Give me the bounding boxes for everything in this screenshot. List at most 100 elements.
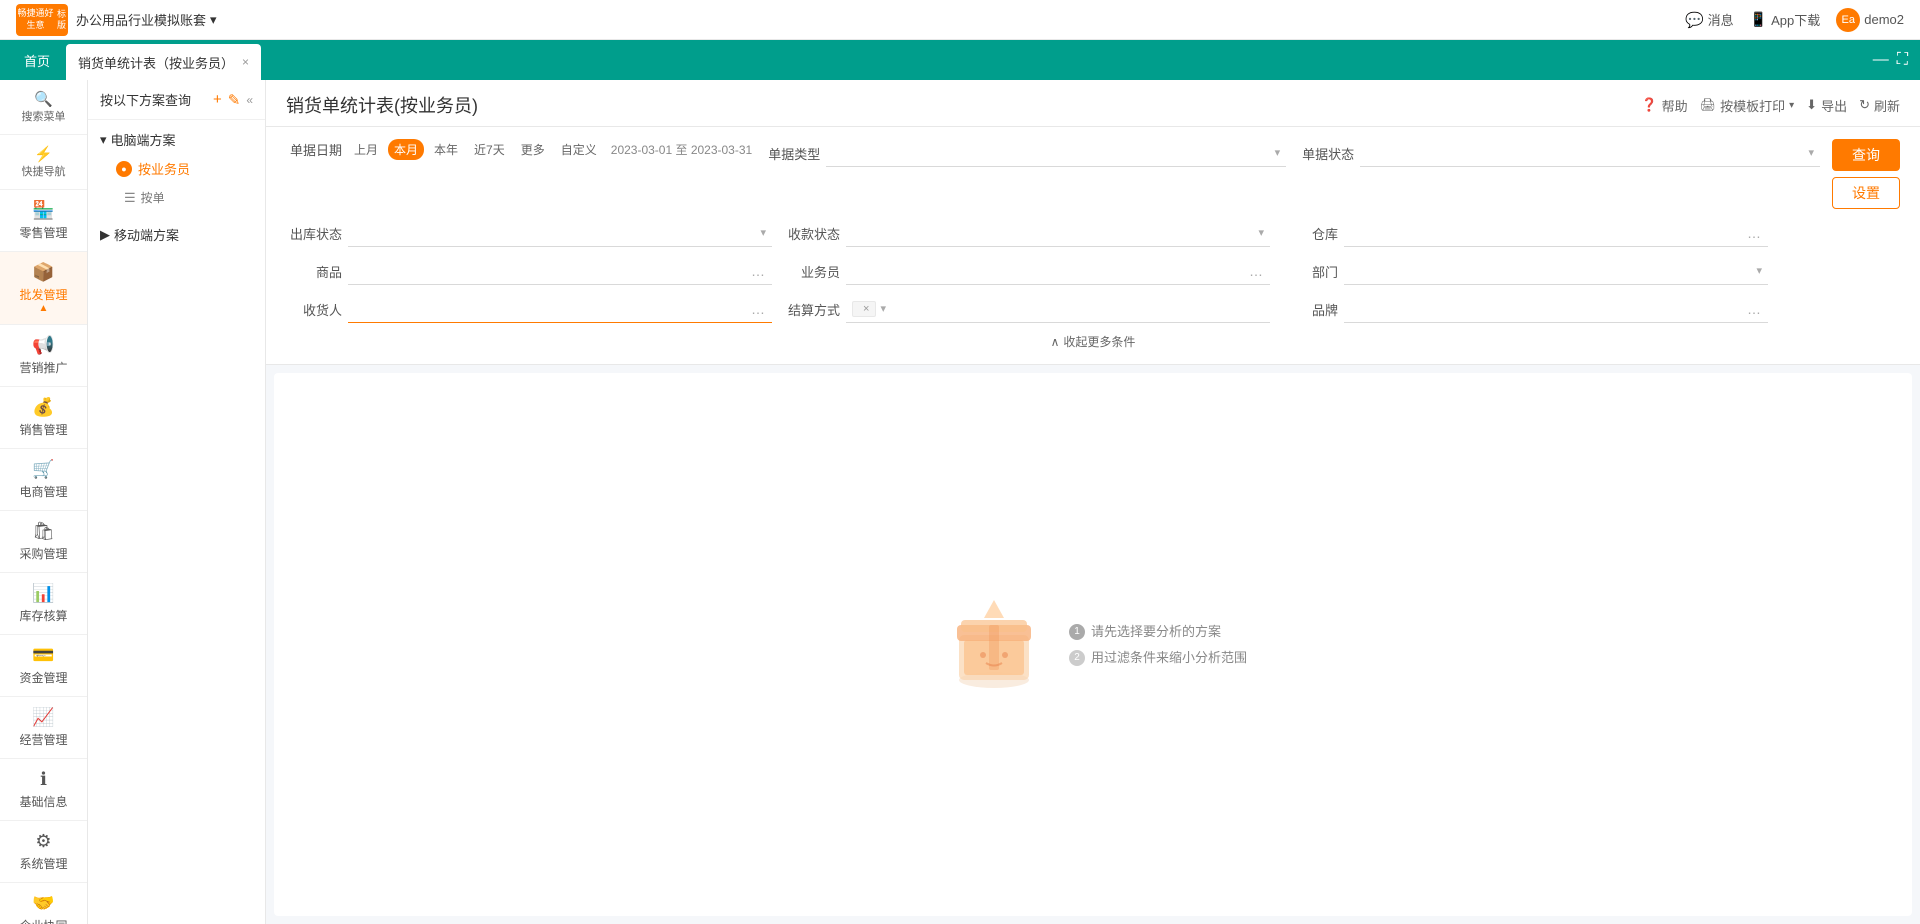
sidebar-item-collab[interactable]: 🤝 企业协同 bbox=[0, 883, 87, 924]
help-label: 帮助 bbox=[1662, 96, 1688, 115]
sidebar-item-operation[interactable]: 📈 经营管理 bbox=[0, 697, 87, 759]
sidebar-item-basic-info[interactable]: ℹ 基础信息 bbox=[0, 759, 87, 821]
group-label: 电脑端方案 bbox=[111, 130, 176, 149]
brand-control[interactable]: … bbox=[1344, 295, 1768, 323]
salesman-control[interactable]: … bbox=[846, 257, 1270, 285]
refresh-btn[interactable]: ↻ 刷新 bbox=[1859, 96, 1900, 115]
sidebar-search[interactable]: 🔍 搜索菜单 bbox=[0, 80, 87, 135]
scheme-add-btn[interactable]: + bbox=[213, 91, 222, 108]
industry-dropdown-icon: ▾ bbox=[210, 12, 217, 28]
scheme-subitem-by-bill[interactable]: ☰ 按单 bbox=[88, 184, 265, 211]
bill-status-dropdown-icon: ▾ bbox=[1808, 146, 1814, 159]
print-dropdown-icon: ▾ bbox=[1789, 100, 1794, 111]
date-filter-label: 单据日期 bbox=[286, 140, 342, 159]
scheme-group-mobile-title[interactable]: ▶ 移动端方案 bbox=[100, 221, 253, 248]
user-btn[interactable]: Ea demo2 bbox=[1836, 8, 1904, 32]
scheme-item-by-salesman[interactable]: ● 按业务员 bbox=[88, 153, 265, 184]
sidebar-item-wholesale[interactable]: 📦 批发管理 ▲ bbox=[0, 252, 87, 325]
goods-label: 商品 bbox=[286, 262, 342, 281]
scheme-group-desktop: ▾ 电脑端方案 ● 按业务员 ☰ 按单 bbox=[88, 120, 265, 217]
sidebar-item-sales[interactable]: 💰 销售管理 bbox=[0, 387, 87, 449]
collapse-row: ∧ 收起更多条件 bbox=[286, 327, 1900, 352]
date-7days-btn[interactable]: 近7天 bbox=[468, 139, 511, 160]
tab-resize-icon[interactable]: ⛶ bbox=[1897, 51, 1908, 69]
goods-dots[interactable]: … bbox=[751, 263, 766, 279]
receiver-control[interactable]: … bbox=[348, 295, 772, 323]
industry-selector[interactable]: 办公用品行业模拟账套 ▾ bbox=[76, 10, 217, 29]
collab-label: 企业协同 bbox=[19, 917, 67, 924]
tab-close-btn[interactable]: × bbox=[242, 55, 249, 69]
bill-type-dropdown-icon: ▾ bbox=[1275, 146, 1281, 159]
dept-label: 部门 bbox=[1282, 262, 1338, 281]
tab-home[interactable]: 首页 bbox=[8, 40, 66, 80]
collab-icon: 🤝 bbox=[32, 893, 54, 914]
tab-minimize-icon[interactable]: — bbox=[1873, 51, 1889, 69]
help-icon: ❓ bbox=[1641, 97, 1657, 113]
goods-control[interactable]: … bbox=[348, 257, 772, 285]
salesman-scheme-icon: ● bbox=[116, 161, 132, 177]
brand-dots[interactable]: … bbox=[1747, 301, 1762, 317]
out-status-dropdown-icon: ▾ bbox=[760, 226, 766, 239]
ecommerce-label: 电商管理 bbox=[19, 483, 67, 500]
collect-status-dropdown-icon: ▾ bbox=[1258, 226, 1264, 239]
receiver-dots[interactable]: … bbox=[751, 301, 766, 317]
username-label: demo2 bbox=[1864, 12, 1904, 27]
date-custom-btn[interactable]: 自定义 bbox=[555, 139, 603, 160]
mobile-group-arrow-icon: ▶ bbox=[100, 227, 110, 243]
filter-area: 单据日期 上月 本月 本年 近7天 更多 自定义 2023-03-01 至 20… bbox=[266, 127, 1920, 365]
dept-control[interactable]: ▾ bbox=[1344, 257, 1768, 285]
empty-hint-1-text: 请先选择要分析的方案 bbox=[1091, 619, 1221, 645]
purchase-label: 采购管理 bbox=[19, 545, 67, 562]
scheme-collapse-btn[interactable]: « bbox=[246, 93, 253, 107]
receiver-label: 收货人 bbox=[286, 300, 342, 319]
wholesale-icon: 📦 bbox=[32, 262, 54, 283]
system-icon: ⚙ bbox=[35, 831, 51, 852]
bill-status-control[interactable]: ▾ bbox=[1360, 139, 1820, 167]
sidebar-item-purchase[interactable]: 🛍 采购管理 bbox=[0, 511, 87, 573]
sidebar-item-system[interactable]: ⚙ 系统管理 bbox=[0, 821, 87, 883]
message-btn[interactable]: 💬 消息 bbox=[1685, 10, 1734, 29]
settings-btn[interactable]: 设置 bbox=[1832, 177, 1900, 209]
sidebar-item-marketing[interactable]: 📢 营销推广 bbox=[0, 325, 87, 387]
print-btn[interactable]: 🖨 按模板打印 ▾ bbox=[1700, 96, 1795, 115]
basic-info-label: 基础信息 bbox=[19, 793, 67, 810]
scheme-panel-header: 按以下方案查询 + ✎ « bbox=[88, 80, 265, 120]
topbar-left: 畅捷通好生意 标版 办公用品行业模拟账套 ▾ bbox=[16, 4, 217, 36]
tab-sales-stats[interactable]: 销货单统计表（按业务员） × bbox=[66, 44, 261, 80]
bill-type-label: 单据类型 bbox=[764, 144, 820, 163]
collapse-btn[interactable]: ∧ 收起更多条件 bbox=[1051, 333, 1136, 350]
warehouse-dots[interactable]: … bbox=[1747, 225, 1762, 241]
refresh-label: 刷新 bbox=[1874, 96, 1900, 115]
date-more-btn[interactable]: 更多 bbox=[515, 139, 551, 160]
message-icon: 💬 bbox=[1685, 11, 1704, 29]
query-btn[interactable]: 查询 bbox=[1832, 139, 1900, 171]
bill-type-control[interactable]: ▾ bbox=[826, 139, 1286, 167]
date-this-year-btn[interactable]: 本年 bbox=[428, 139, 464, 160]
date-last-month-btn[interactable]: 上月 bbox=[348, 139, 384, 160]
export-btn[interactable]: ⬇ 导出 bbox=[1806, 96, 1847, 115]
empty-state: 1 请先选择要分析的方案 2 用过滤条件来缩小分析范围 bbox=[939, 590, 1247, 700]
salesman-dots[interactable]: … bbox=[1249, 263, 1264, 279]
date-this-month-btn[interactable]: 本月 bbox=[388, 139, 424, 160]
settle-tag-close[interactable]: × bbox=[863, 303, 869, 315]
main-content: 销货单统计表(按业务员) ❓ 帮助 🖨 按模板打印 ▾ ⬇ 导出 bbox=[266, 80, 1920, 924]
scheme-edit-btn[interactable]: ✎ bbox=[228, 91, 241, 109]
tabbar: 首页 销货单统计表（按业务员） × — ⛶ bbox=[0, 40, 1920, 80]
dept-dropdown-icon: ▾ bbox=[1756, 264, 1762, 277]
sidebar-item-finance[interactable]: 💳 资金管理 bbox=[0, 635, 87, 697]
collect-status-control[interactable]: ▾ bbox=[846, 219, 1270, 247]
sidebar-item-ecommerce[interactable]: 🛒 电商管理 bbox=[0, 449, 87, 511]
app-download-btn[interactable]: 📱 App下载 bbox=[1750, 10, 1821, 29]
print-icon: 🖨 bbox=[1700, 97, 1717, 113]
warehouse-control[interactable]: … bbox=[1344, 219, 1768, 247]
sidebar-item-inventory[interactable]: 📊 库存核算 bbox=[0, 573, 87, 635]
out-status-control[interactable]: ▾ bbox=[348, 219, 772, 247]
settle-control[interactable]: × ▾ bbox=[846, 295, 1270, 323]
sidebar-quick-nav[interactable]: ⚡ 快捷导航 bbox=[0, 135, 87, 190]
avatar: Ea bbox=[1836, 8, 1860, 32]
sidebar-item-retail[interactable]: 🏪 零售管理 bbox=[0, 190, 87, 252]
scheme-group-desktop-title[interactable]: ▾ 电脑端方案 bbox=[88, 126, 265, 153]
help-btn[interactable]: ❓ 帮助 bbox=[1641, 96, 1687, 115]
topbar-right: 💬 消息 📱 App下载 Ea demo2 bbox=[1685, 8, 1904, 32]
active-tab-label: 销货单统计表（按业务员） bbox=[78, 53, 234, 72]
